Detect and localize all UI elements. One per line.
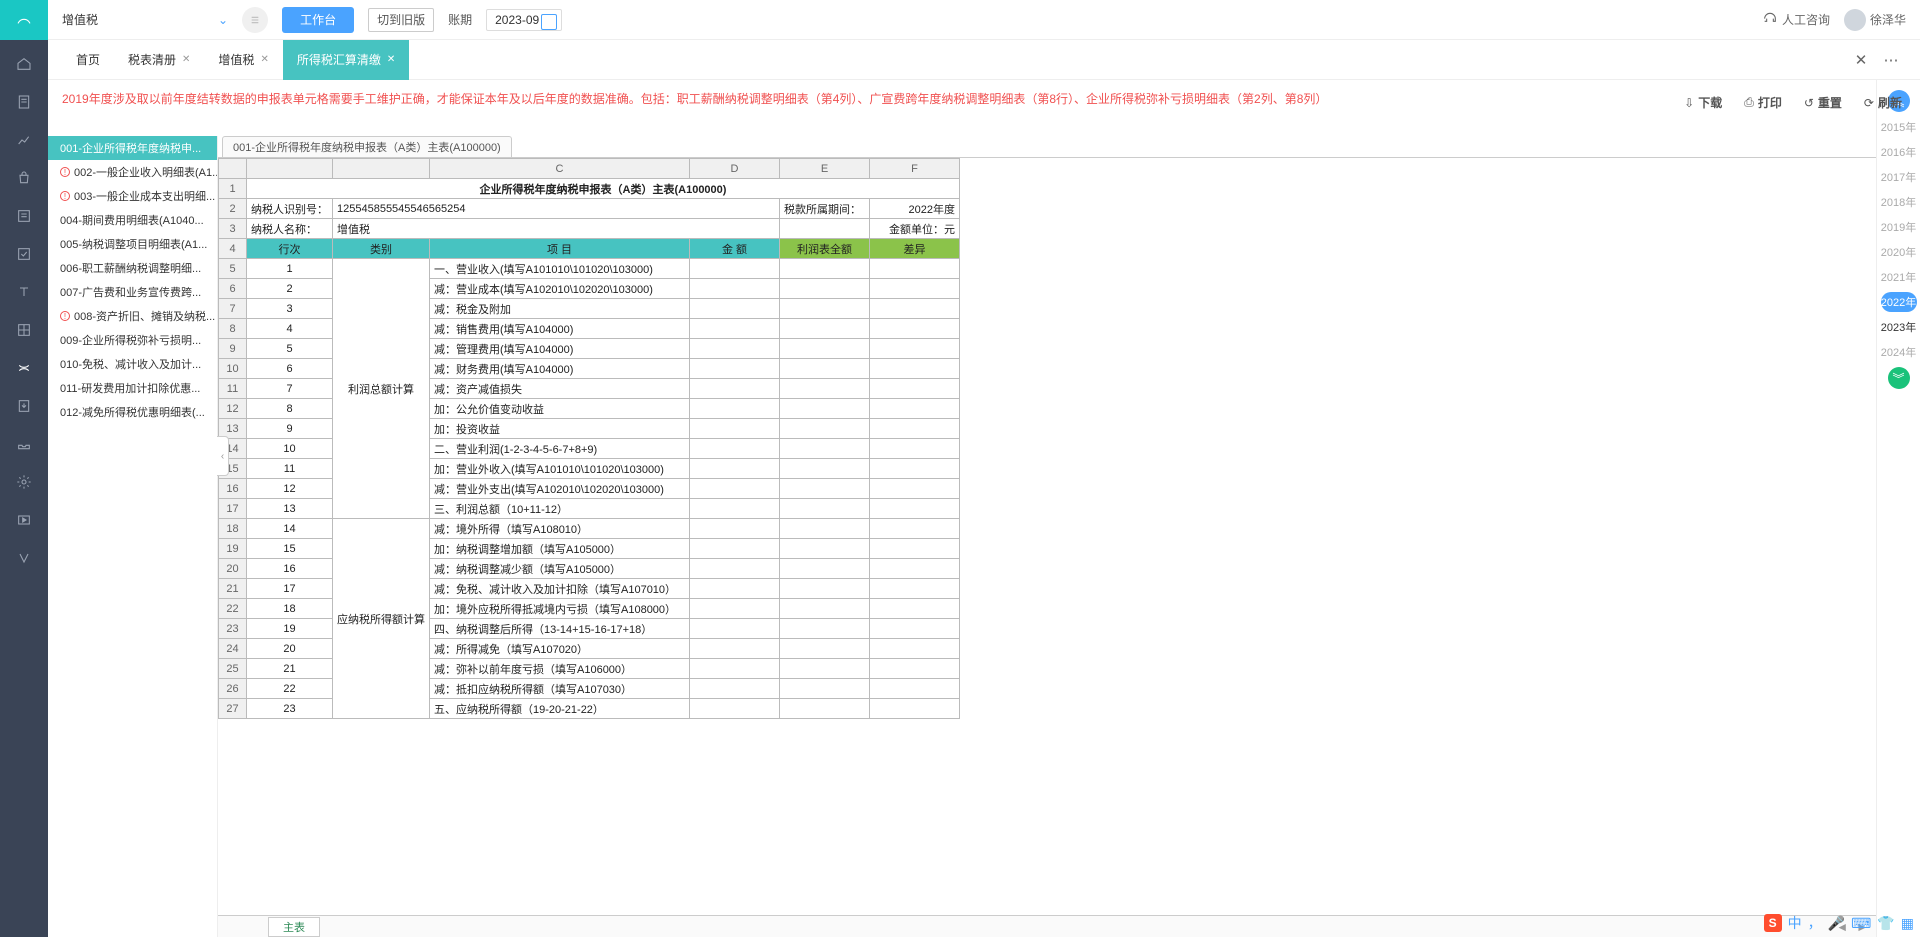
- scroll-down-icon[interactable]: ︾: [1888, 367, 1910, 389]
- company-name: 增值税: [62, 11, 98, 28]
- nav-text-icon[interactable]: [14, 282, 34, 302]
- sidebar-item[interactable]: 012-减免所得税优惠明细表(...: [48, 400, 217, 424]
- sidebar-item[interactable]: !008-资产折旧、摊销及纳税...: [48, 304, 217, 328]
- company-select[interactable]: 增值税 ⌄: [62, 11, 228, 28]
- sheet-tab[interactable]: 001-企业所得税年度纳税申报表（A类）主表(A100000): [222, 136, 512, 157]
- ime-bar: S 中 ， 🎤 ⌨ 👕 ▦: [1764, 913, 1914, 933]
- chevron-down-icon: ⌄: [218, 13, 228, 27]
- tabbar: 首页税表清册✕增值税✕所得税汇算清缴✕ ✕ ⋯: [48, 40, 1920, 80]
- ime-punct-icon[interactable]: ，: [1808, 913, 1822, 933]
- nav-export-icon[interactable]: [14, 396, 34, 416]
- nav-list-icon[interactable]: [14, 206, 34, 226]
- collapse-handle[interactable]: ‹: [217, 436, 229, 476]
- switch-old-button[interactable]: 切到旧版: [368, 8, 434, 32]
- consult-link[interactable]: 人工咨询: [1762, 10, 1830, 29]
- warn-icon: !: [60, 311, 70, 321]
- sidebar-item[interactable]: 011-研发费用加计扣除优惠...: [48, 376, 217, 400]
- refresh-button[interactable]: ⟳ 刷新: [1864, 94, 1902, 111]
- spreadsheet[interactable]: CDEF1企业所得税年度纳税申报表（A类）主表(A100000)2纳税人识别号：…: [218, 158, 1876, 915]
- sidebar-item[interactable]: 007-广告费和业务宣传费跨...: [48, 280, 217, 304]
- sidebar-item[interactable]: 009-企业所得税弥补亏损明...: [48, 328, 217, 352]
- menu-icon[interactable]: [242, 7, 268, 33]
- more-icon[interactable]: ⋯: [1876, 45, 1906, 75]
- year-2015年[interactable]: 2015年: [1881, 117, 1917, 137]
- form-list: 001-企业所得税年度纳税申...!002-一般企业收入明细表(A1...!00…: [48, 136, 218, 937]
- tab-所得税汇算清缴[interactable]: 所得税汇算清缴✕: [283, 40, 409, 80]
- year-2018年[interactable]: 2018年: [1881, 192, 1917, 212]
- year-2023年[interactable]: 2023年: [1881, 317, 1917, 337]
- ime-mic-icon[interactable]: 🎤: [1828, 915, 1845, 932]
- nav-settings-icon[interactable]: [14, 472, 34, 492]
- tab-增值税[interactable]: 增值税✕: [204, 40, 282, 80]
- year-2022年[interactable]: 2022年: [1881, 292, 1917, 312]
- warn-icon: !: [60, 167, 70, 177]
- nav-doc-icon[interactable]: [14, 92, 34, 112]
- nav-inbox-icon[interactable]: [14, 434, 34, 454]
- notice-text: 2019年度涉及取以前年度结转数据的申报表单元格需要手工维护正确，才能保证本年及…: [62, 90, 1660, 109]
- nav-bag-icon[interactable]: [14, 168, 34, 188]
- app-logo: [10, 8, 38, 36]
- close-icon[interactable]: ✕: [387, 54, 395, 65]
- nav-check-icon[interactable]: [14, 244, 34, 264]
- year-2016年[interactable]: 2016年: [1881, 142, 1917, 162]
- print-button[interactable]: ⎙ 打印: [1744, 94, 1782, 111]
- year-rail: ︽ 2015年2016年2017年2018年2019年2020年2021年202…: [1876, 80, 1920, 937]
- ime-kbd-icon[interactable]: ⌨: [1851, 915, 1871, 932]
- year-2021年[interactable]: 2021年: [1881, 267, 1917, 287]
- avatar: [1844, 9, 1866, 31]
- period-picker[interactable]: 2023-09: [486, 9, 562, 31]
- workspace-button[interactable]: 工作台: [282, 7, 354, 33]
- close-icon[interactable]: ✕: [260, 54, 268, 65]
- close-icon[interactable]: ✕: [182, 54, 190, 65]
- nav-video-icon[interactable]: [14, 510, 34, 530]
- ime-logo[interactable]: S: [1764, 914, 1782, 932]
- user-name: 徐泽华: [1870, 11, 1906, 28]
- download-button[interactable]: ⇩ 下载: [1684, 94, 1722, 111]
- reset-button[interactable]: ↺ 重置: [1804, 94, 1842, 111]
- close-icon[interactable]: ✕: [1846, 45, 1876, 75]
- ime-tool-icon[interactable]: ▦: [1901, 915, 1914, 932]
- sidebar-item[interactable]: 004-期间费用明细表(A1040...: [48, 208, 217, 232]
- year-2024年[interactable]: 2024年: [1881, 342, 1917, 362]
- tab-首页[interactable]: 首页: [62, 40, 114, 80]
- user-menu[interactable]: 徐泽华: [1844, 9, 1906, 31]
- headset-icon: [1762, 10, 1778, 29]
- tab-税表清册[interactable]: 税表清册✕: [114, 40, 204, 80]
- nav-home-icon[interactable]: [14, 54, 34, 74]
- year-2020年[interactable]: 2020年: [1881, 242, 1917, 262]
- sidebar-item[interactable]: 005-纳税调整项目明细表(A1...: [48, 232, 217, 256]
- sidebar-item[interactable]: !002-一般企业收入明细表(A1...: [48, 160, 217, 184]
- sidebar-item[interactable]: 006-职工薪酬纳税调整明细...: [48, 256, 217, 280]
- nav-grid-icon[interactable]: [14, 320, 34, 340]
- sidebar-item[interactable]: !003-一般企业成本支出明细...: [48, 184, 217, 208]
- year-2017年[interactable]: 2017年: [1881, 167, 1917, 187]
- ime-lang[interactable]: 中: [1788, 913, 1802, 933]
- ime-skin-icon[interactable]: 👕: [1877, 915, 1894, 932]
- sidebar-item[interactable]: 001-企业所得税年度纳税申...: [48, 136, 217, 160]
- period-label: 账期: [448, 11, 472, 28]
- nav-chart-icon[interactable]: [14, 130, 34, 150]
- year-2019年[interactable]: 2019年: [1881, 217, 1917, 237]
- sidebar-item[interactable]: 010-免税、减计收入及加计...: [48, 352, 217, 376]
- sheet-footer-tab[interactable]: 主表: [268, 917, 320, 937]
- nav-v-icon[interactable]: [14, 548, 34, 568]
- warn-icon: !: [60, 191, 70, 201]
- nav-tax-icon[interactable]: [14, 358, 34, 378]
